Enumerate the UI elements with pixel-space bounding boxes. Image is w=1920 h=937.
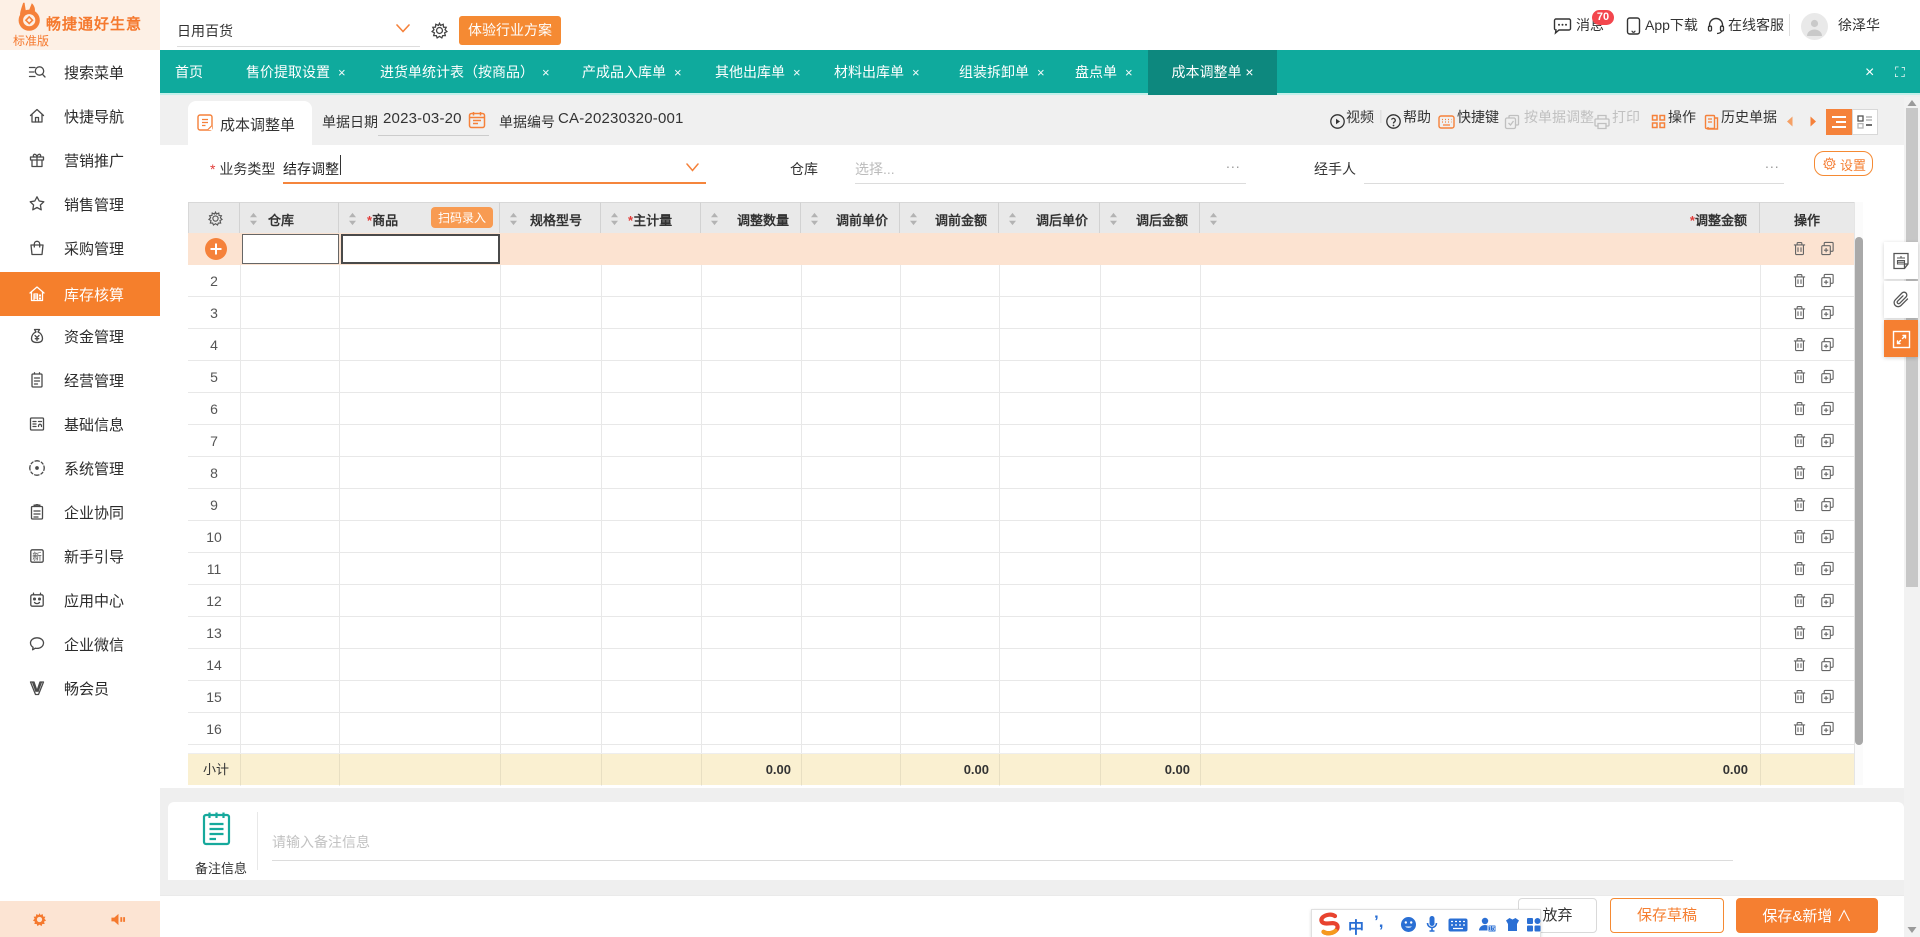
svg-text:15: 15 <box>1489 927 1496 933</box>
svg-text:新: 新 <box>32 551 42 563</box>
